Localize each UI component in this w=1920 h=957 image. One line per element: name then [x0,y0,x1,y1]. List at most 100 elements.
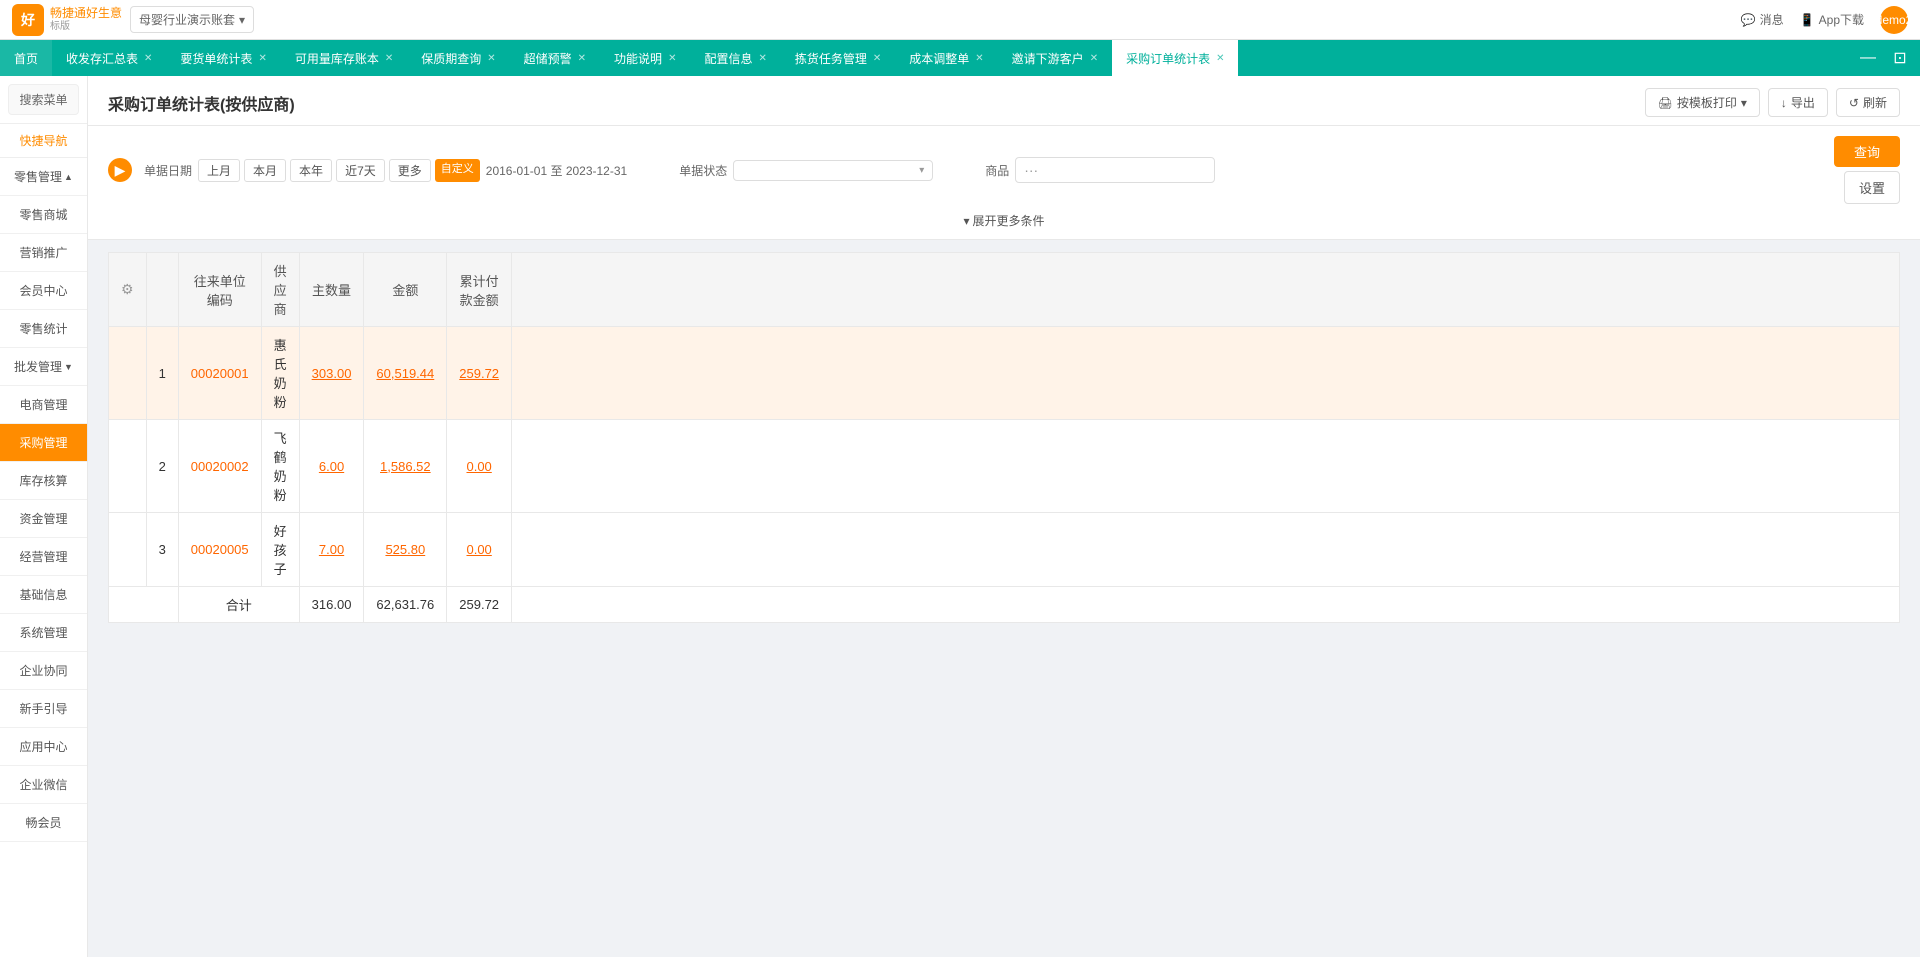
row-settings [109,513,147,587]
sidebar-item-stock-check[interactable]: 库存核算 [0,462,87,500]
sidebar-item-wholesale-mgmt[interactable]: 批发管理 ▼ [0,348,87,386]
tab-cost-adjust-label: 成本调整单 [909,50,969,67]
tab-order-summary[interactable]: 要货单统计表 ✕ [166,40,280,76]
close-icon[interactable]: ✕ [385,53,393,64]
tab-shelf-life-label: 保质期查询 [421,50,481,67]
sidebar-item-member[interactable]: 畅会员 [0,804,87,842]
close-icon[interactable]: ✕ [578,53,586,64]
close-icon[interactable]: ✕ [1216,53,1224,64]
tab-usable-stock[interactable]: 可用量库存账本 ✕ [281,40,407,76]
table-area: ⚙ 往来单位编码 供应商 主数量 金额 累计付款金额 1 [88,240,1920,957]
nav-right-actions: — ⊡ [1856,46,1920,70]
expand-filter-button[interactable]: ▶ [108,158,132,182]
row-unit-code[interactable]: 00020002 [178,420,261,513]
date-btn-last-month[interactable]: 上月 [198,159,240,182]
sidebar-item-purchase-mgmt[interactable]: 采购管理 [0,424,87,462]
row-paid-amount[interactable]: 0.00 [447,420,512,513]
page-actions: 🖨 按模板打印 ▾ ↓ 导出 ↺ 刷新 [1645,88,1900,117]
sidebar-item-member-center[interactable]: 会员中心 [0,272,87,310]
messages-button[interactable]: 💬 消息 [1741,11,1784,28]
row-unit-code[interactable]: 00020001 [178,327,261,420]
nav-maximize-button[interactable]: ⊡ [1888,46,1912,70]
nav-minimize-button[interactable]: — [1856,46,1880,70]
settings-button[interactable]: 设置 [1844,171,1900,204]
tab-cost-adjust[interactable]: 成本调整单 ✕ [895,40,997,76]
status-label: 单据状态 [679,162,727,179]
sidebar-item-retail-mgmt[interactable]: 零售管理 ▲ [0,158,87,196]
close-icon[interactable]: ✕ [1090,53,1098,64]
close-icon[interactable]: ✕ [975,53,983,64]
tab-pick-task[interactable]: 拣货任务管理 ✕ [781,40,895,76]
close-icon[interactable]: ✕ [758,53,766,64]
sidebar-item-retail-mall[interactable]: 零售商城 [0,196,87,234]
row-index: 3 [146,513,178,587]
row-main-qty[interactable]: 6.00 [299,420,364,513]
tab-invite-downstream-label: 邀请下游客户 [1012,50,1084,67]
tab-purchase-summary[interactable]: 采购订单统计表 ✕ [1112,40,1238,76]
tab-over-stock[interactable]: 超储预警 ✕ [510,40,600,76]
goods-select[interactable]: ··· [1015,157,1215,183]
search-menu-button[interactable]: 搜索菜单 [8,84,79,115]
sidebar-item-new-guide[interactable]: 新手引导 [0,690,87,728]
table-header-supplier: 供应商 [261,253,299,327]
table-header-amount: 金额 [364,253,447,327]
sidebar-item-fund-mgmt[interactable]: 资金管理 [0,500,87,538]
expand-more-button[interactable]: ▾ 展开更多条件 [963,212,1044,229]
close-icon[interactable]: ✕ [144,53,152,64]
logo-icon: 好 [12,4,44,36]
sidebar-item-retail-mgmt-label: 零售管理 [14,168,62,185]
close-icon[interactable]: ✕ [258,53,266,64]
settings-icon[interactable]: ⚙ [121,281,134,297]
close-icon[interactable]: ✕ [487,53,495,64]
tab-func-desc[interactable]: 功能说明 ✕ [600,40,690,76]
top-bar-left: 好 畅捷通好生意 标版 母婴行业演示账套 ▾ [12,4,254,36]
tab-home[interactable]: 首页 [0,40,52,76]
table-header: ⚙ 往来单位编码 供应商 主数量 金额 累计付款金额 [109,253,1900,327]
row-paid-amount[interactable]: 0.00 [447,513,512,587]
row-paid-amount[interactable]: 259.72 [447,327,512,420]
query-button[interactable]: 查询 [1834,136,1900,167]
top-bar-right: 💬 消息 📱 App下载 demo2 [1741,6,1908,34]
sidebar-item-enterprise-wechat[interactable]: 企业微信 [0,766,87,804]
status-select[interactable]: ▾ [733,160,933,181]
sidebar-item-ecommerce-mgmt[interactable]: 电商管理 [0,386,87,424]
tab-shelf-life[interactable]: 保质期查询 ✕ [407,40,509,76]
ellipsis-icon[interactable]: ··· [1024,162,1038,178]
goods-label: 商品 [985,162,1009,179]
print-button[interactable]: 🖨 按模板打印 ▾ [1645,88,1760,117]
date-btn-this-year[interactable]: 本年 [290,159,332,182]
row-amount[interactable]: 60,519.44 [364,327,447,420]
tab-config-info[interactable]: 配置信息 ✕ [690,40,780,76]
logo-area: 好 畅捷通好生意 标版 [12,4,122,36]
date-btn-this-month[interactable]: 本月 [244,159,286,182]
sidebar-item-retail-stats[interactable]: 零售统计 [0,310,87,348]
sidebar-item-sys-mgmt[interactable]: 系统管理 [0,614,87,652]
export-button[interactable]: ↓ 导出 [1768,88,1828,117]
workspace-selector[interactable]: 母婴行业演示账套 ▾ [130,6,254,33]
close-icon[interactable]: ✕ [873,53,881,64]
sidebar-search: 搜索菜单 [0,76,87,124]
refresh-button[interactable]: ↺ 刷新 [1836,88,1900,117]
app-download-button[interactable]: 📱 App下载 [1800,11,1864,28]
table-header-main-qty: 主数量 [299,253,364,327]
sidebar-item-enterprise-collab[interactable]: 企业协同 [0,652,87,690]
quick-nav-button[interactable]: 快捷导航 [0,124,87,158]
chevron-down-icon: ▾ [239,13,245,27]
message-icon: 💬 [1741,13,1756,27]
sidebar-item-ops-mgmt[interactable]: 经营管理 [0,538,87,576]
date-btn-7days[interactable]: 近7天 [336,159,385,182]
sidebar-item-marketing[interactable]: 营销推广 [0,234,87,272]
tab-invite-downstream[interactable]: 邀请下游客户 ✕ [998,40,1112,76]
sidebar-item-app-center[interactable]: 应用中心 [0,728,87,766]
row-main-qty[interactable]: 7.00 [299,513,364,587]
sidebar-item-basic-info[interactable]: 基础信息 [0,576,87,614]
filter-row-1: ▶ 单据日期 上月 本月 本年 近7天 更多 自定义 2016-01-01 至 … [108,136,1900,204]
row-amount[interactable]: 1,586.52 [364,420,447,513]
avatar[interactable]: demo2 [1880,6,1908,34]
row-amount[interactable]: 525.80 [364,513,447,587]
row-unit-code[interactable]: 00020005 [178,513,261,587]
date-btn-more[interactable]: 更多 [389,159,431,182]
row-main-qty[interactable]: 303.00 [299,327,364,420]
close-icon[interactable]: ✕ [668,53,676,64]
tab-collect-pay[interactable]: 收发存汇总表 ✕ [52,40,166,76]
